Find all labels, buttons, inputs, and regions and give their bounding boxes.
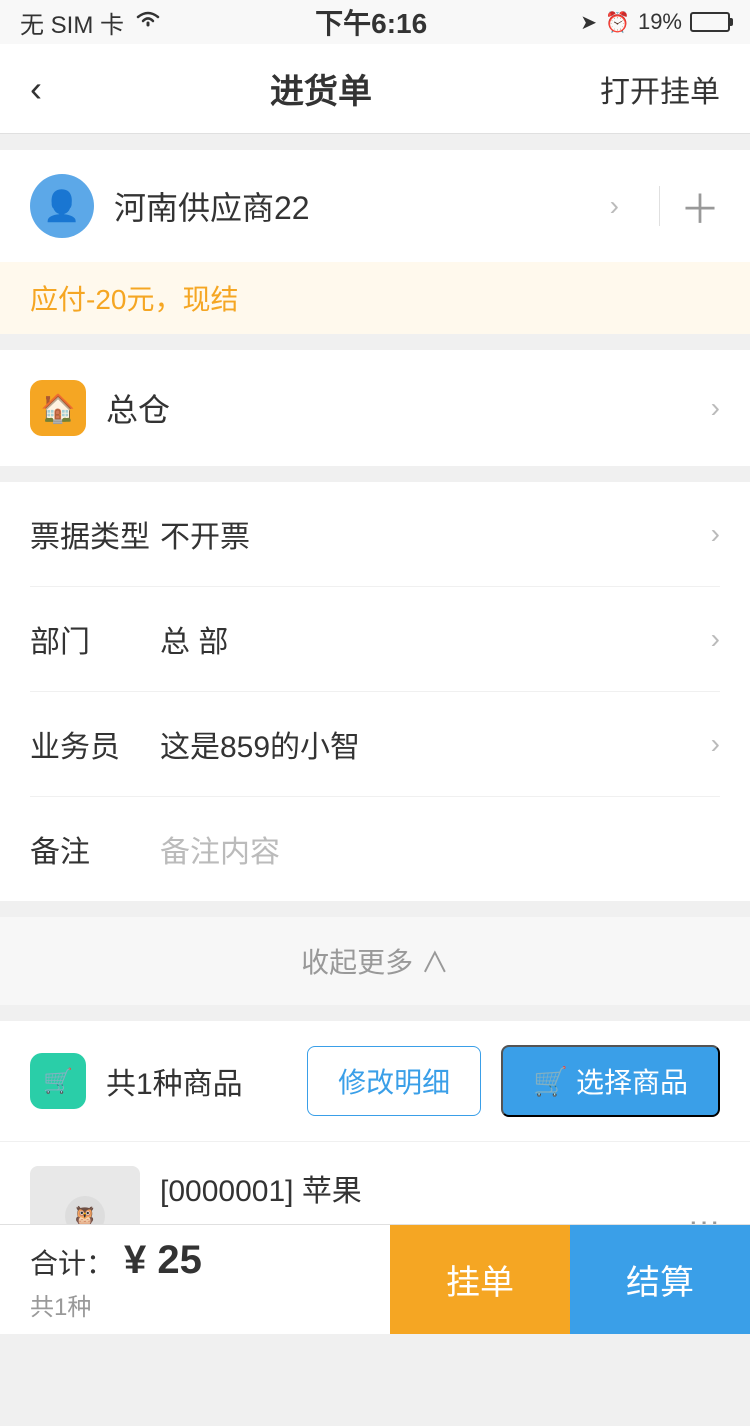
supplier-name: 河南供应商22 <box>114 183 610 229</box>
edit-detail-button[interactable]: 修改明细 <box>307 1046 481 1116</box>
product-title: 苹果 <box>302 1175 362 1208</box>
carrier-label: 无 SIM 卡 <box>20 5 124 40</box>
salesperson-label: 业务员 <box>30 722 160 766</box>
bottom-bar: 合计： ¥ 25 共1种 挂单 结算 <box>0 1224 750 1334</box>
invoice-type-row[interactable]: 票据类型 不开票 › <box>0 482 750 586</box>
wifi-icon <box>134 8 162 36</box>
remark-placeholder: 备注内容 <box>160 827 720 871</box>
checkout-label: 结算 <box>626 1255 694 1304</box>
alarm-icon: ⏰ <box>605 10 630 35</box>
total-row: 合计： ¥ 25 <box>30 1238 360 1283</box>
pending-label: 挂单 <box>446 1255 514 1304</box>
status-left: 无 SIM 卡 <box>20 5 162 40</box>
product-code: [0000001] <box>160 1175 293 1208</box>
warehouse-icon-bg: 🏠 <box>30 380 86 436</box>
nav-bar: ‹ 进货单 打开挂单 <box>0 44 750 134</box>
department-label: 部门 <box>30 617 160 661</box>
remark-row[interactable]: 备注 备注内容 <box>0 797 750 901</box>
invoice-chevron-icon: › <box>711 518 720 550</box>
select-label: 选择商品 <box>576 1061 688 1101</box>
total-count: 共1种 <box>30 1287 360 1322</box>
status-bar: 无 SIM 卡 下午6:16 ➤ ⏰ 19% <box>0 0 750 44</box>
warning-text: 应付-20元，现结 <box>30 284 238 315</box>
collapse-button[interactable]: 收起更多 ∧ <box>0 917 750 1005</box>
remark-label: 备注 <box>30 827 160 871</box>
salesperson-row[interactable]: 业务员 这是859的小智 › <box>0 692 750 796</box>
status-time: 下午6:16 <box>315 2 427 42</box>
checkout-button[interactable]: 结算 <box>570 1225 750 1334</box>
product-name: [0000001] 苹果 <box>160 1166 668 1210</box>
product-header: 🛒 共1种商品 修改明细 🛒 选择商品 <box>0 1021 750 1141</box>
location-icon: ➤ <box>580 10 597 35</box>
warning-banner: 应付-20元，现结 <box>0 262 750 334</box>
supplier-chevron-icon: › <box>610 190 619 222</box>
battery-percent: 19% <box>638 9 682 35</box>
page-title: 进货单 <box>270 64 372 113</box>
warehouse-section: 🏠 总仓 › <box>0 350 750 466</box>
battery-icon <box>690 12 730 32</box>
invoice-type-label: 票据类型 <box>30 512 160 556</box>
department-value: 总 部 <box>160 617 711 661</box>
select-product-button[interactable]: 🛒 选择商品 <box>501 1045 720 1117</box>
total-area: 合计： ¥ 25 共1种 <box>0 1225 390 1334</box>
supplier-divider <box>659 186 660 226</box>
total-label: 合计： <box>30 1242 114 1282</box>
total-amount: ¥ 25 <box>124 1238 202 1283</box>
salesperson-value: 这是859的小智 <box>160 722 711 766</box>
add-button[interactable]: ＋ <box>680 177 720 235</box>
form-section: 票据类型 不开票 › 部门 总 部 › 业务员 这是859的小智 › 备注 备注… <box>0 482 750 901</box>
collapse-section: 收起更多 ∧ <box>0 917 750 1005</box>
pending-button[interactable]: 挂单 <box>390 1225 570 1334</box>
warehouse-name: 总仓 <box>106 385 711 431</box>
warehouse-icon: 🏠 <box>41 392 76 425</box>
supplier-section: 👤 河南供应商22 › ＋ 应付-20元，现结 <box>0 150 750 334</box>
collapse-label: 收起更多 ∧ <box>301 947 449 978</box>
supplier-row[interactable]: 👤 河南供应商22 › ＋ <box>0 150 750 262</box>
department-row[interactable]: 部门 总 部 › <box>0 587 750 691</box>
department-chevron-icon: › <box>711 623 720 655</box>
status-right: ➤ ⏰ 19% <box>580 9 730 35</box>
back-button[interactable]: ‹ <box>30 68 42 110</box>
supplier-avatar: 👤 <box>30 174 94 238</box>
product-icon: 🛒 <box>43 1067 73 1096</box>
avatar-icon: 👤 <box>43 189 80 224</box>
product-count: 共1种商品 <box>106 1059 287 1103</box>
warehouse-row[interactable]: 🏠 总仓 › <box>0 350 750 466</box>
invoice-type-value: 不开票 <box>160 512 711 556</box>
product-icon-bg: 🛒 <box>30 1053 86 1109</box>
open-pending-button[interactable]: 打开挂单 <box>600 67 720 111</box>
warehouse-chevron-icon: › <box>711 392 720 424</box>
salesperson-chevron-icon: › <box>711 728 720 760</box>
select-icon: 🛒 <box>533 1065 568 1098</box>
